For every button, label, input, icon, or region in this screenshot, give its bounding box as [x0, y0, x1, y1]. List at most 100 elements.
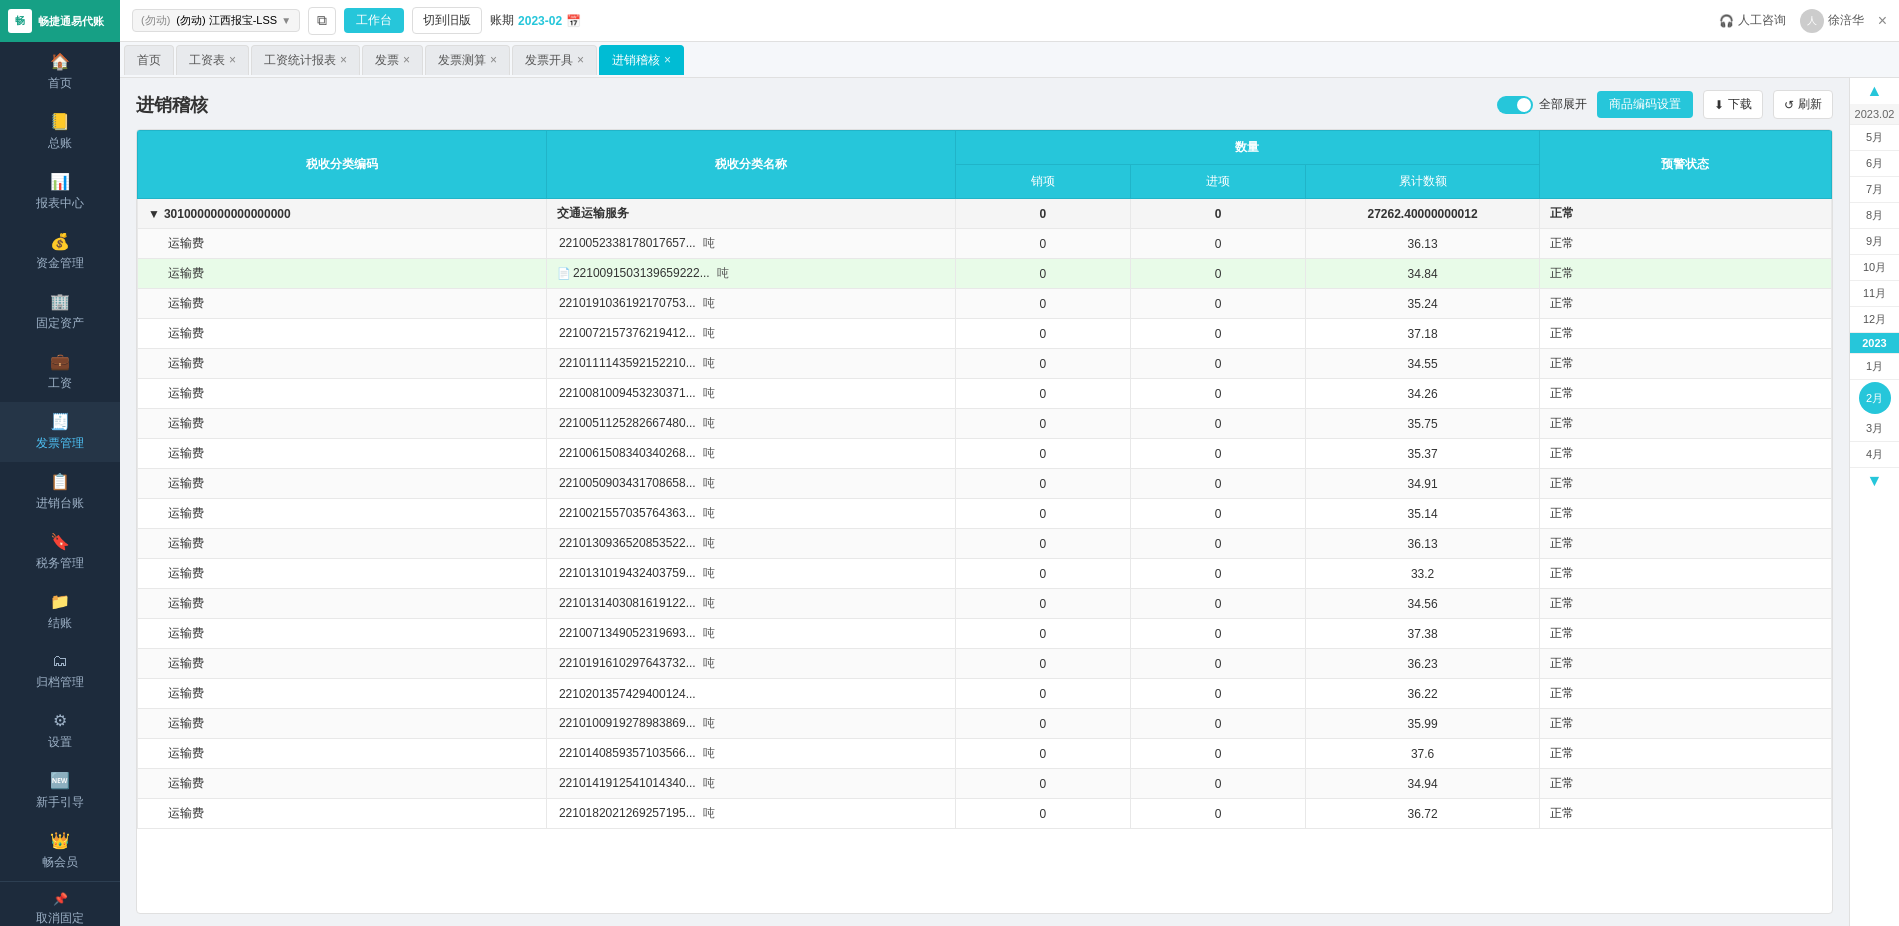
sidebar-unpin[interactable]: 📌 取消固定 — [0, 881, 120, 926]
tab-salary_stat[interactable]: 工资统计报表× — [251, 45, 360, 75]
cell-item-name: 运输费 — [138, 229, 547, 259]
cal-month-2月[interactable]: 2月 — [1859, 382, 1891, 414]
cell-status: 正常 — [1539, 739, 1831, 769]
cell-cumulative: 34.56 — [1306, 589, 1540, 619]
sidebar-item-archive[interactable]: 🗂 归档管理 — [0, 642, 120, 701]
sidebar-item-invoice_mgmt[interactable]: 🧾 发票管理 — [0, 402, 120, 462]
sidebar-label-settings: 设置 — [48, 734, 72, 751]
table-row: 运输费 2210061508340340268... 吨 0 0 35.37 正… — [138, 439, 1832, 469]
sidebar-label-member: 畅会员 — [42, 854, 78, 871]
sidebar-item-salary[interactable]: 💼 工资 — [0, 342, 120, 402]
sidebar-icon-settle: 📁 — [50, 592, 70, 611]
tab-invoice_open[interactable]: 发票开具× — [512, 45, 597, 75]
table-row: 运输费 2210021557035764363... 吨 0 0 35.14 正… — [138, 499, 1832, 529]
cell-sales: 0 — [955, 649, 1130, 679]
tab-close-invoice[interactable]: × — [403, 53, 410, 67]
tab-close-salary[interactable]: × — [229, 53, 236, 67]
unit-tag: 吨 — [703, 776, 715, 790]
cell-purchase: 0 — [1131, 349, 1306, 379]
sidebar-item-member[interactable]: 👑 畅会员 — [0, 821, 120, 881]
tab-home[interactable]: 首页 — [124, 45, 174, 75]
cal-month-1月[interactable]: 1月 — [1850, 354, 1899, 380]
cal-month-prev[interactable]: 11月 — [1850, 281, 1899, 307]
copy-button[interactable]: ⧉ — [308, 7, 336, 35]
cell-status: 正常 — [1539, 559, 1831, 589]
cell-status: 正常 — [1539, 589, 1831, 619]
cal-month-prev[interactable]: 10月 — [1850, 255, 1899, 281]
sidebar-item-home[interactable]: 🏠 首页 — [0, 42, 120, 102]
cal-month-4月[interactable]: 4月 — [1850, 442, 1899, 468]
table-row: 运输费 2210140859357103566... 吨 0 0 37.6 正常 — [138, 739, 1832, 769]
cell-cumulative: 35.37 — [1306, 439, 1540, 469]
expand-icon[interactable]: ▼ — [148, 207, 160, 221]
toggle-all-switch[interactable] — [1497, 96, 1533, 114]
cell-item-name: 运输费 — [138, 289, 547, 319]
unit-tag: 吨 — [703, 716, 715, 730]
cell-sales: 0 — [955, 199, 1130, 229]
workbench-button[interactable]: 工作台 — [344, 8, 404, 33]
sidebar-item-purchase_sale[interactable]: 📋 进销台账 — [0, 462, 120, 522]
sidebar-icon-member: 👑 — [50, 831, 70, 850]
th-cumulative: 累计数额 — [1306, 165, 1540, 199]
sidebar-item-settings[interactable]: ⚙ 设置 — [0, 701, 120, 761]
top-bar: (勿动) (勿动) 江西报宝-LSS ▼ ⧉ 工作台 切到旧版 账期 2023-… — [120, 0, 1899, 42]
cell-cumulative: 36.23 — [1306, 649, 1540, 679]
tab-close-reconcile[interactable]: × — [664, 53, 671, 67]
cal-month-3月[interactable]: 3月 — [1850, 416, 1899, 442]
cell-item-name: 运输费 — [138, 319, 547, 349]
cal-month-prev[interactable]: 9月 — [1850, 229, 1899, 255]
cell-purchase: 0 — [1131, 679, 1306, 709]
tab-salary[interactable]: 工资表× — [176, 45, 249, 75]
support-button[interactable]: 🎧 人工咨询 — [1719, 12, 1786, 29]
close-button[interactable]: × — [1878, 12, 1887, 30]
sidebar-item-tax[interactable]: 🔖 税务管理 — [0, 522, 120, 582]
switch-version-button[interactable]: 切到旧版 — [412, 7, 482, 34]
cell-invoice-code: 2210141912541014340... 吨 — [546, 769, 955, 799]
sidebar-label-invoice_mgmt: 发票管理 — [36, 435, 84, 452]
calendar-icon[interactable]: 📅 — [566, 14, 581, 28]
cell-purchase: 0 — [1131, 559, 1306, 589]
calendar-up-nav[interactable]: ▲ — [1850, 78, 1899, 104]
company-selector[interactable]: (勿动) (勿动) 江西报宝-LSS ▼ — [132, 9, 300, 32]
cal-month-prev[interactable]: 6月 — [1850, 151, 1899, 177]
sidebar-item-capital[interactable]: 💰 资金管理 — [0, 222, 120, 282]
sidebar-item-settle[interactable]: 📁 结账 — [0, 582, 120, 642]
sidebar-item-guide[interactable]: 🆕 新手引导 — [0, 761, 120, 821]
cell-purchase: 0 — [1131, 589, 1306, 619]
content-area: 进销稽核 全部展开 商品编码设置 ⬇ 下载 ↺ 刷新 — [120, 78, 1899, 926]
sidebar-item-assets[interactable]: 🏢 固定资产 — [0, 282, 120, 342]
cal-month-prev[interactable]: 8月 — [1850, 203, 1899, 229]
table-row: 运输费 2210182021269257195... 吨 0 0 36.72 正… — [138, 799, 1832, 829]
tab-reconcile[interactable]: 进销稽核× — [599, 45, 684, 75]
table-row: 运输费 2210072157376219412... 吨 0 0 37.18 正… — [138, 319, 1832, 349]
tabs-bar: 首页工资表×工资统计报表×发票×发票测算×发票开具×进销稽核× — [120, 42, 1899, 78]
calendar-down-nav[interactable]: ▼ — [1850, 468, 1899, 494]
sidebar-item-report[interactable]: 📊 报表中心 — [0, 162, 120, 222]
cell-cumulative: 33.2 — [1306, 559, 1540, 589]
page-content: 进销稽核 全部展开 商品编码设置 ⬇ 下载 ↺ 刷新 — [120, 78, 1849, 926]
tab-invoice_calc[interactable]: 发票测算× — [425, 45, 510, 75]
tab-close-salary_stat[interactable]: × — [340, 53, 347, 67]
tab-close-invoice_open[interactable]: × — [577, 53, 584, 67]
cell-sales: 0 — [955, 289, 1130, 319]
tab-invoice[interactable]: 发票× — [362, 45, 423, 75]
cal-month-prev[interactable]: 12月 — [1850, 307, 1899, 333]
table-row: ▼3010000000000000000 交通运输服务 0 0 27262.40… — [138, 199, 1832, 229]
tab-close-invoice_calc[interactable]: × — [490, 53, 497, 67]
cal-month-prev[interactable]: 5月 — [1850, 125, 1899, 151]
cell-invoice-code: 2210071349052319693... 吨 — [546, 619, 955, 649]
cal-month-prev[interactable]: 7月 — [1850, 177, 1899, 203]
cell-purchase: 0 — [1131, 289, 1306, 319]
product-setting-button[interactable]: 商品编码设置 — [1597, 91, 1693, 118]
cell-status: 正常 — [1539, 469, 1831, 499]
table-row: 运输费 2210130936520853522... 吨 0 0 36.13 正… — [138, 529, 1832, 559]
cell-purchase: 0 — [1131, 619, 1306, 649]
download-button[interactable]: ⬇ 下载 — [1703, 90, 1763, 119]
page-title: 进销稽核 — [136, 93, 208, 117]
cell-purchase: 0 — [1131, 409, 1306, 439]
refresh-button[interactable]: ↺ 刷新 — [1773, 90, 1833, 119]
sidebar-item-ledger[interactable]: 📒 总账 — [0, 102, 120, 162]
cell-status: 正常 — [1539, 289, 1831, 319]
toggle-all-label: 全部展开 — [1539, 96, 1587, 113]
cell-purchase: 0 — [1131, 799, 1306, 829]
